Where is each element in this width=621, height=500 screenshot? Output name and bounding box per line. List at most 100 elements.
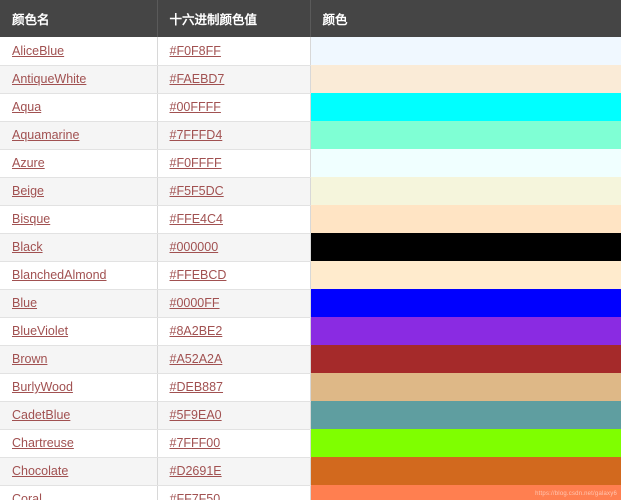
color-name-link[interactable]: Azure bbox=[12, 156, 45, 170]
hex-value-link[interactable]: #F0FFFF bbox=[170, 156, 222, 170]
cell-color-swatch bbox=[310, 177, 621, 205]
cell-hex-value: #8A2BE2 bbox=[157, 317, 311, 346]
table-row: BurlyWood #DEB887 bbox=[0, 373, 621, 402]
color-reference-table: 颜色名 十六进制颜色值 颜色 AliceBlue #F0F8FF AntiqueWh… bbox=[0, 0, 621, 500]
cell-hex-value: #FFEBCD bbox=[157, 261, 311, 290]
cell-color-swatch bbox=[310, 289, 621, 317]
cell-hex-value: #FAEBD7 bbox=[157, 65, 311, 94]
table-row: Beige #F5F5DC bbox=[0, 177, 621, 206]
cell-color-swatch bbox=[310, 401, 621, 429]
cell-hex-value: #F5F5DC bbox=[157, 177, 311, 206]
hex-value-link[interactable]: #7FFFD4 bbox=[170, 128, 223, 142]
cell-hex-value: #A52A2A bbox=[157, 345, 311, 374]
table-row: Brown #A52A2A bbox=[0, 345, 621, 374]
hex-value-link[interactable]: #DEB887 bbox=[170, 380, 224, 394]
cell-color-swatch bbox=[310, 205, 621, 233]
color-name-link[interactable]: BlanchedAlmond bbox=[12, 268, 107, 282]
cell-hex-value: #FFE4C4 bbox=[157, 205, 311, 234]
color-name-link[interactable]: Aqua bbox=[12, 100, 41, 114]
color-name-link[interactable]: Coral bbox=[12, 492, 42, 500]
table-row: BlanchedAlmond #FFEBCD bbox=[0, 261, 621, 290]
table-row: AntiqueWhite #FAEBD7 bbox=[0, 65, 621, 94]
cell-color-swatch bbox=[310, 121, 621, 149]
cell-hex-value: #0000FF bbox=[157, 289, 311, 318]
cell-hex-value: #FF7F50 bbox=[157, 485, 311, 500]
cell-hex-value: #00FFFF bbox=[157, 93, 311, 122]
cell-color-name: BlanchedAlmond bbox=[0, 261, 158, 290]
hex-value-link[interactable]: #D2691E bbox=[170, 464, 222, 478]
color-name-link[interactable]: Beige bbox=[12, 184, 44, 198]
cell-color-name: Aquamarine bbox=[0, 121, 158, 150]
cell-color-swatch bbox=[310, 373, 621, 401]
color-name-link[interactable]: Chartreuse bbox=[12, 436, 74, 450]
color-name-link[interactable]: AliceBlue bbox=[12, 44, 64, 58]
cell-color-swatch bbox=[310, 37, 621, 65]
hex-value-link[interactable]: #FFE4C4 bbox=[170, 212, 224, 226]
cell-color-name: Bisque bbox=[0, 205, 158, 234]
table-row: Aquamarine #7FFFD4 bbox=[0, 121, 621, 150]
hex-value-link[interactable]: #00FFFF bbox=[170, 100, 221, 114]
cell-color-name: AliceBlue bbox=[0, 37, 158, 66]
hex-value-link[interactable]: #FFEBCD bbox=[170, 268, 227, 282]
table-row: BlueViolet #8A2BE2 bbox=[0, 317, 621, 346]
table-row: Blue #0000FF bbox=[0, 289, 621, 318]
cell-color-swatch bbox=[310, 65, 621, 93]
cell-hex-value: #F0FFFF bbox=[157, 149, 311, 178]
table-row: AliceBlue #F0F8FF bbox=[0, 37, 621, 66]
color-name-link[interactable]: AntiqueWhite bbox=[12, 72, 86, 86]
color-name-link[interactable]: Chocolate bbox=[12, 464, 68, 478]
table-row: CadetBlue #5F9EA0 bbox=[0, 401, 621, 430]
column-header-color-name: 颜色名 bbox=[0, 0, 158, 37]
column-header-hex-value: 十六进制颜色值 bbox=[157, 0, 311, 37]
hex-value-link[interactable]: #0000FF bbox=[170, 296, 220, 310]
color-name-link[interactable]: BurlyWood bbox=[12, 380, 73, 394]
cell-color-swatch bbox=[310, 317, 621, 345]
table-row: Chartreuse #7FFF00 bbox=[0, 429, 621, 458]
cell-color-swatch bbox=[310, 261, 621, 289]
table-row: Black #000000 bbox=[0, 233, 621, 262]
cell-hex-value: #7FFFD4 bbox=[157, 121, 311, 150]
cell-hex-value: #5F9EA0 bbox=[157, 401, 311, 430]
cell-color-name: Blue bbox=[0, 289, 158, 318]
cell-hex-value: #000000 bbox=[157, 233, 311, 262]
cell-hex-value: #F0F8FF bbox=[157, 37, 311, 66]
color-name-link[interactable]: CadetBlue bbox=[12, 408, 70, 422]
cell-color-swatch bbox=[310, 485, 621, 500]
cell-color-name: Beige bbox=[0, 177, 158, 206]
table-row: Aqua #00FFFF bbox=[0, 93, 621, 122]
cell-hex-value: #7FFF00 bbox=[157, 429, 311, 458]
hex-value-link[interactable]: #F0F8FF bbox=[170, 44, 221, 58]
cell-color-name: Aqua bbox=[0, 93, 158, 122]
hex-value-link[interactable]: #F5F5DC bbox=[170, 184, 224, 198]
color-name-link[interactable]: Aquamarine bbox=[12, 128, 79, 142]
cell-color-name: Brown bbox=[0, 345, 158, 374]
cell-color-name: Chartreuse bbox=[0, 429, 158, 458]
column-header-color-swatch: 颜色 bbox=[310, 0, 621, 37]
color-name-link[interactable]: BlueViolet bbox=[12, 324, 68, 338]
color-name-link[interactable]: Blue bbox=[12, 296, 37, 310]
hex-value-link[interactable]: #8A2BE2 bbox=[170, 324, 223, 338]
cell-hex-value: #D2691E bbox=[157, 457, 311, 486]
color-name-link[interactable]: Black bbox=[12, 240, 43, 254]
cell-color-name: BurlyWood bbox=[0, 373, 158, 402]
table-row: Azure #F0FFFF bbox=[0, 149, 621, 178]
cell-color-swatch bbox=[310, 429, 621, 457]
color-name-link[interactable]: Brown bbox=[12, 352, 47, 366]
hex-value-link[interactable]: #FAEBD7 bbox=[170, 72, 225, 86]
cell-color-name: BlueViolet bbox=[0, 317, 158, 346]
cell-color-swatch bbox=[310, 457, 621, 485]
cell-color-name: Chocolate bbox=[0, 457, 158, 486]
hex-value-link[interactable]: #FF7F50 bbox=[170, 492, 221, 500]
hex-value-link[interactable]: #A52A2A bbox=[170, 352, 223, 366]
cell-color-name: Azure bbox=[0, 149, 158, 178]
hex-value-link[interactable]: #000000 bbox=[170, 240, 219, 254]
cell-color-swatch bbox=[310, 345, 621, 373]
cell-color-swatch bbox=[310, 149, 621, 177]
hex-value-link[interactable]: #5F9EA0 bbox=[170, 408, 222, 422]
cell-color-swatch bbox=[310, 233, 621, 261]
table-header: 颜色名 十六进制颜色值 颜色 bbox=[0, 0, 621, 37]
hex-value-link[interactable]: #7FFF00 bbox=[170, 436, 221, 450]
table-body: AliceBlue #F0F8FF AntiqueWhite #FAEBD7 Aqua #… bbox=[0, 37, 621, 500]
color-name-link[interactable]: Bisque bbox=[12, 212, 50, 226]
cell-color-name: AntiqueWhite bbox=[0, 65, 158, 94]
